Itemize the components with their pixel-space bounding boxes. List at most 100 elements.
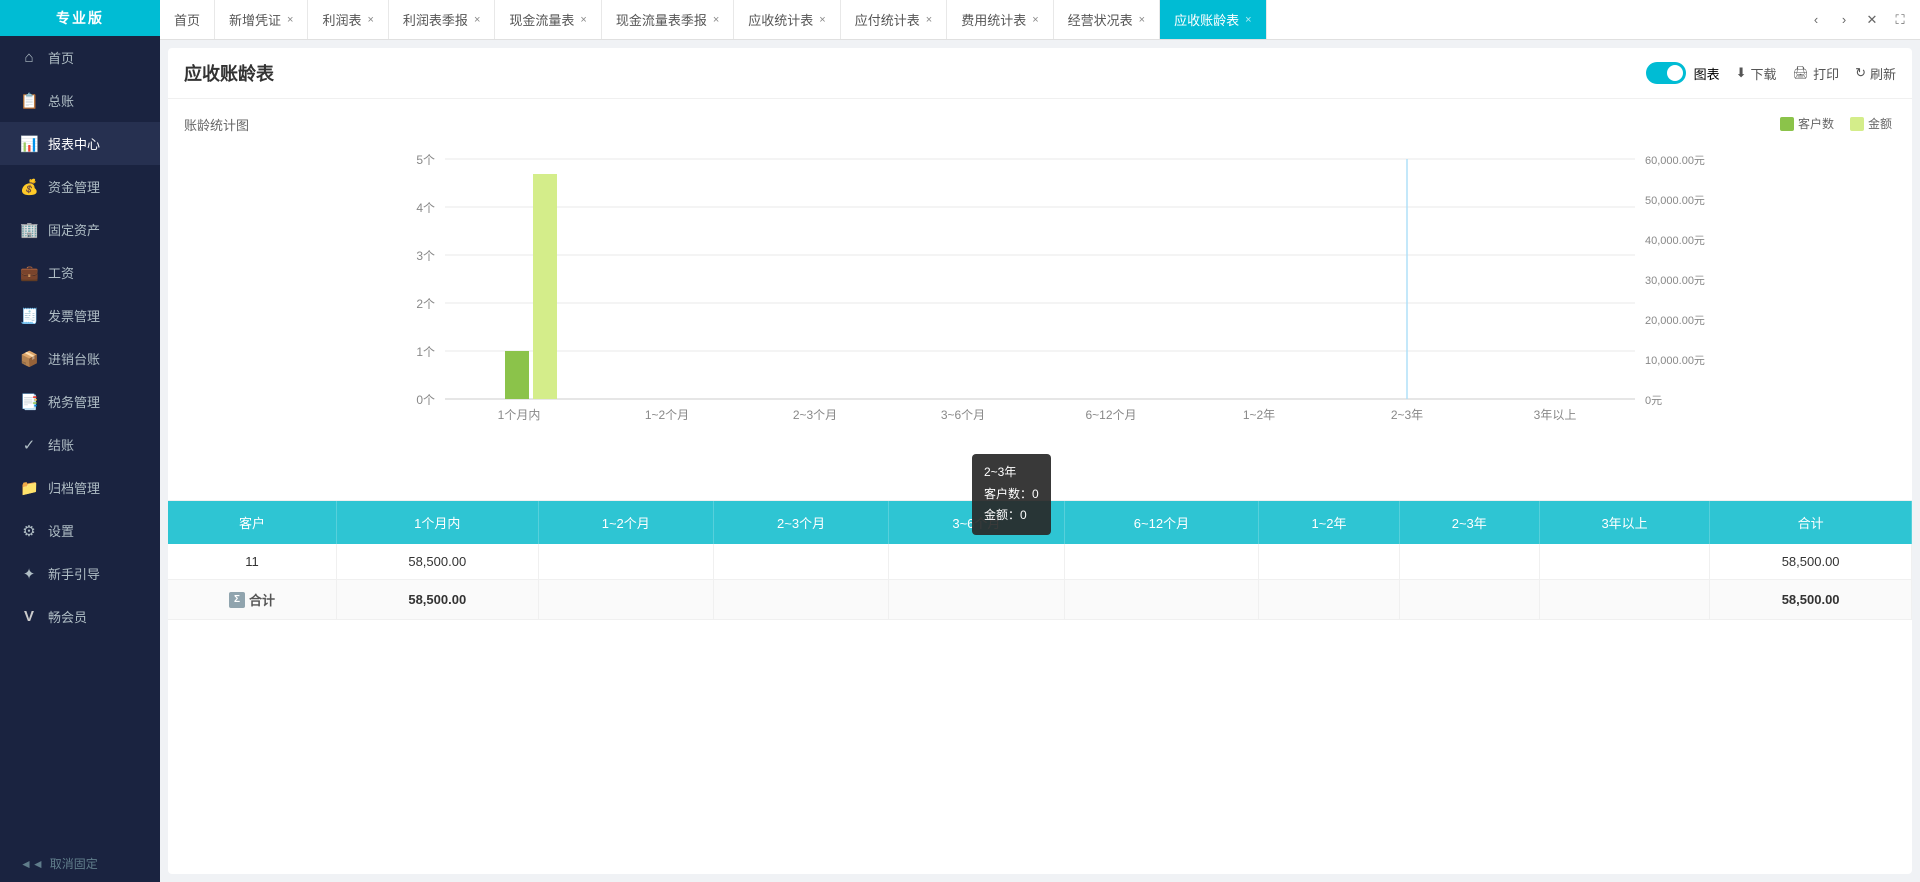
tab-expense-stat[interactable]: 费用统计表 × xyxy=(947,0,1053,39)
svg-text:3~6个月: 3~6个月 xyxy=(941,408,985,422)
sidebar-item-archive[interactable]: 📁 归档管理 xyxy=(0,466,160,509)
total-total: 58,500.00 xyxy=(1710,580,1912,620)
tab-expense-stat-label: 费用统计表 xyxy=(961,10,1026,29)
sidebar-item-label: 资金管理 xyxy=(48,177,100,196)
legend-customers-box xyxy=(1780,117,1794,131)
print-btn[interactable]: 🖨 打印 xyxy=(1793,64,1840,83)
download-btn[interactable]: ⬇ 下载 xyxy=(1736,64,1777,83)
tab-operation-stat-close[interactable]: × xyxy=(1139,14,1145,26)
sidebar-item-report[interactable]: 📊 报表中心 xyxy=(0,122,160,165)
sidebar-item-home[interactable]: ⌂ 首页 xyxy=(0,36,160,79)
total-m1: 58,500.00 xyxy=(336,580,538,620)
table-header-row: 客户 1个月内 1~2个月 2~3个月 3~6个月 6~12个月 1~2年 2~… xyxy=(168,501,1912,544)
bar-amount-0 xyxy=(533,174,557,399)
total-y3plus xyxy=(1539,580,1709,620)
tab-profit[interactable]: 利润表 × xyxy=(308,0,388,39)
tab-voucher[interactable]: 新增凭证 × xyxy=(215,0,308,39)
svg-text:3年以上: 3年以上 xyxy=(1534,408,1577,422)
tab-cashflow-close[interactable]: × xyxy=(580,14,586,26)
svg-text:4个: 4个 xyxy=(416,201,435,215)
tab-cashflow-quarterly[interactable]: 现金流量表季报 × xyxy=(602,0,734,39)
col-y12: 1~2年 xyxy=(1259,501,1399,544)
legend-amount-box xyxy=(1850,117,1864,131)
tab-close-btn[interactable]: ✕ xyxy=(1860,8,1884,32)
tab-home[interactable]: 首页 xyxy=(160,0,215,39)
tab-profit-close[interactable]: × xyxy=(367,14,373,26)
assets-icon: 🏢 xyxy=(20,221,38,239)
chart-legend: 客户数 金额 xyxy=(1780,115,1892,132)
sidebar-item-guide[interactable]: ✦ 新手引导 xyxy=(0,552,160,595)
sidebar: 专业版 ⌂ 首页 📋 总账 📊 报表中心 💰 资金管理 🏢 固定资产 💼 工资 … xyxy=(0,0,160,882)
chart-toggle[interactable] xyxy=(1646,62,1686,84)
total-m23 xyxy=(713,580,888,620)
tab-aging[interactable]: 应收账龄表 × xyxy=(1160,0,1266,39)
sidebar-unpin[interactable]: ◄◄ 取消固定 xyxy=(0,845,160,882)
col-m612: 6~12个月 xyxy=(1064,501,1259,544)
tab-cashflow-quarterly-close[interactable]: × xyxy=(713,14,719,26)
table-container: 客户 1个月内 1~2个月 2~3个月 3~6个月 6~12个月 1~2年 2~… xyxy=(168,501,1912,620)
tab-receivable-stat-close[interactable]: × xyxy=(819,14,825,26)
guide-icon: ✦ xyxy=(20,565,38,583)
tab-cashflow-quarterly-label: 现金流量表季报 xyxy=(616,10,707,29)
tab-aging-close[interactable]: × xyxy=(1245,14,1251,26)
tab-payable-stat-close[interactable]: × xyxy=(926,14,932,26)
cell-y3plus xyxy=(1539,544,1709,580)
unpin-icon: ◄◄ xyxy=(20,857,44,871)
tab-prev-btn[interactable]: ‹ xyxy=(1804,8,1828,32)
cell-m612 xyxy=(1064,544,1259,580)
tab-voucher-close[interactable]: × xyxy=(287,14,293,26)
cell-customer: 11 xyxy=(168,544,336,580)
total-m12 xyxy=(538,580,713,620)
tab-cashflow[interactable]: 现金流量表 × xyxy=(495,0,601,39)
table-row: 11 58,500.00 58,500.00 xyxy=(168,544,1912,580)
home-icon: ⌂ xyxy=(20,49,38,66)
svg-text:0个: 0个 xyxy=(416,393,435,407)
svg-text:0元: 0元 xyxy=(1645,395,1662,407)
tab-bar: 首页 新增凭证 × 利润表 × 利润表季报 × 现金流量表 × 现金流量表季报 … xyxy=(160,0,1920,40)
svg-text:50,000.00元: 50,000.00元 xyxy=(1645,195,1705,207)
invoice-icon: 🧾 xyxy=(20,307,38,325)
sidebar-item-tax[interactable]: 📑 税务管理 xyxy=(0,380,160,423)
sidebar-item-label: 发票管理 xyxy=(48,306,100,325)
sidebar-item-settings[interactable]: ⚙ 设置 xyxy=(0,509,160,552)
sidebar-item-label: 新手引导 xyxy=(48,564,100,583)
tab-voucher-label: 新增凭证 xyxy=(229,10,281,29)
print-label: 打印 xyxy=(1813,64,1839,83)
vip-icon: V xyxy=(20,608,38,625)
tab-operation-stat[interactable]: 经营状况表 × xyxy=(1054,0,1160,39)
col-customer: 客户 xyxy=(168,501,336,544)
chart-toggle-group: 图表 xyxy=(1646,62,1720,84)
page-title: 应收账龄表 xyxy=(184,60,274,86)
tab-payable-stat-label: 应付统计表 xyxy=(855,10,920,29)
chart-title: 账龄统计图 xyxy=(184,115,1896,134)
tab-profit-quarterly-close[interactable]: × xyxy=(474,14,480,26)
funds-icon: 💰 xyxy=(20,178,38,196)
sidebar-item-label: 工资 xyxy=(48,263,74,282)
col-m23: 2~3个月 xyxy=(713,501,888,544)
sidebar-item-ledger[interactable]: 📋 总账 xyxy=(0,79,160,122)
tab-profit-quarterly[interactable]: 利润表季报 × xyxy=(389,0,495,39)
sidebar-item-sales[interactable]: 📦 进销台账 xyxy=(0,337,160,380)
bar-customer-0 xyxy=(505,351,529,399)
sidebar-item-assets[interactable]: 🏢 固定资产 xyxy=(0,208,160,251)
refresh-btn[interactable]: ↻ 刷新 xyxy=(1855,64,1896,83)
tab-payable-stat[interactable]: 应付统计表 × xyxy=(841,0,947,39)
print-icon: 🖨 xyxy=(1793,65,1810,81)
sales-icon: 📦 xyxy=(20,350,38,368)
archive-icon: 📁 xyxy=(20,479,38,497)
tab-next-btn[interactable]: › xyxy=(1832,8,1856,32)
sidebar-item-funds[interactable]: 💰 资金管理 xyxy=(0,165,160,208)
sidebar-item-invoice[interactable]: 🧾 发票管理 xyxy=(0,294,160,337)
sidebar-item-salary[interactable]: 💼 工资 xyxy=(0,251,160,294)
header-actions: 图表 ⬇ 下载 🖨 打印 ↻ 刷新 xyxy=(1646,62,1896,84)
cell-y23 xyxy=(1399,544,1539,580)
col-y23: 2~3年 xyxy=(1399,501,1539,544)
tab-expand-btn[interactable]: ⛶ xyxy=(1888,8,1912,32)
sidebar-item-closing[interactable]: ✓ 结账 xyxy=(0,423,160,466)
tab-expense-stat-close[interactable]: × xyxy=(1032,14,1038,26)
tab-receivable-stat[interactable]: 应收统计表 × xyxy=(734,0,840,39)
salary-icon: 💼 xyxy=(20,264,38,282)
col-total: 合计 xyxy=(1710,501,1912,544)
sidebar-item-vip[interactable]: V 畅会员 xyxy=(0,595,160,638)
svg-text:1~2个月: 1~2个月 xyxy=(645,408,689,422)
